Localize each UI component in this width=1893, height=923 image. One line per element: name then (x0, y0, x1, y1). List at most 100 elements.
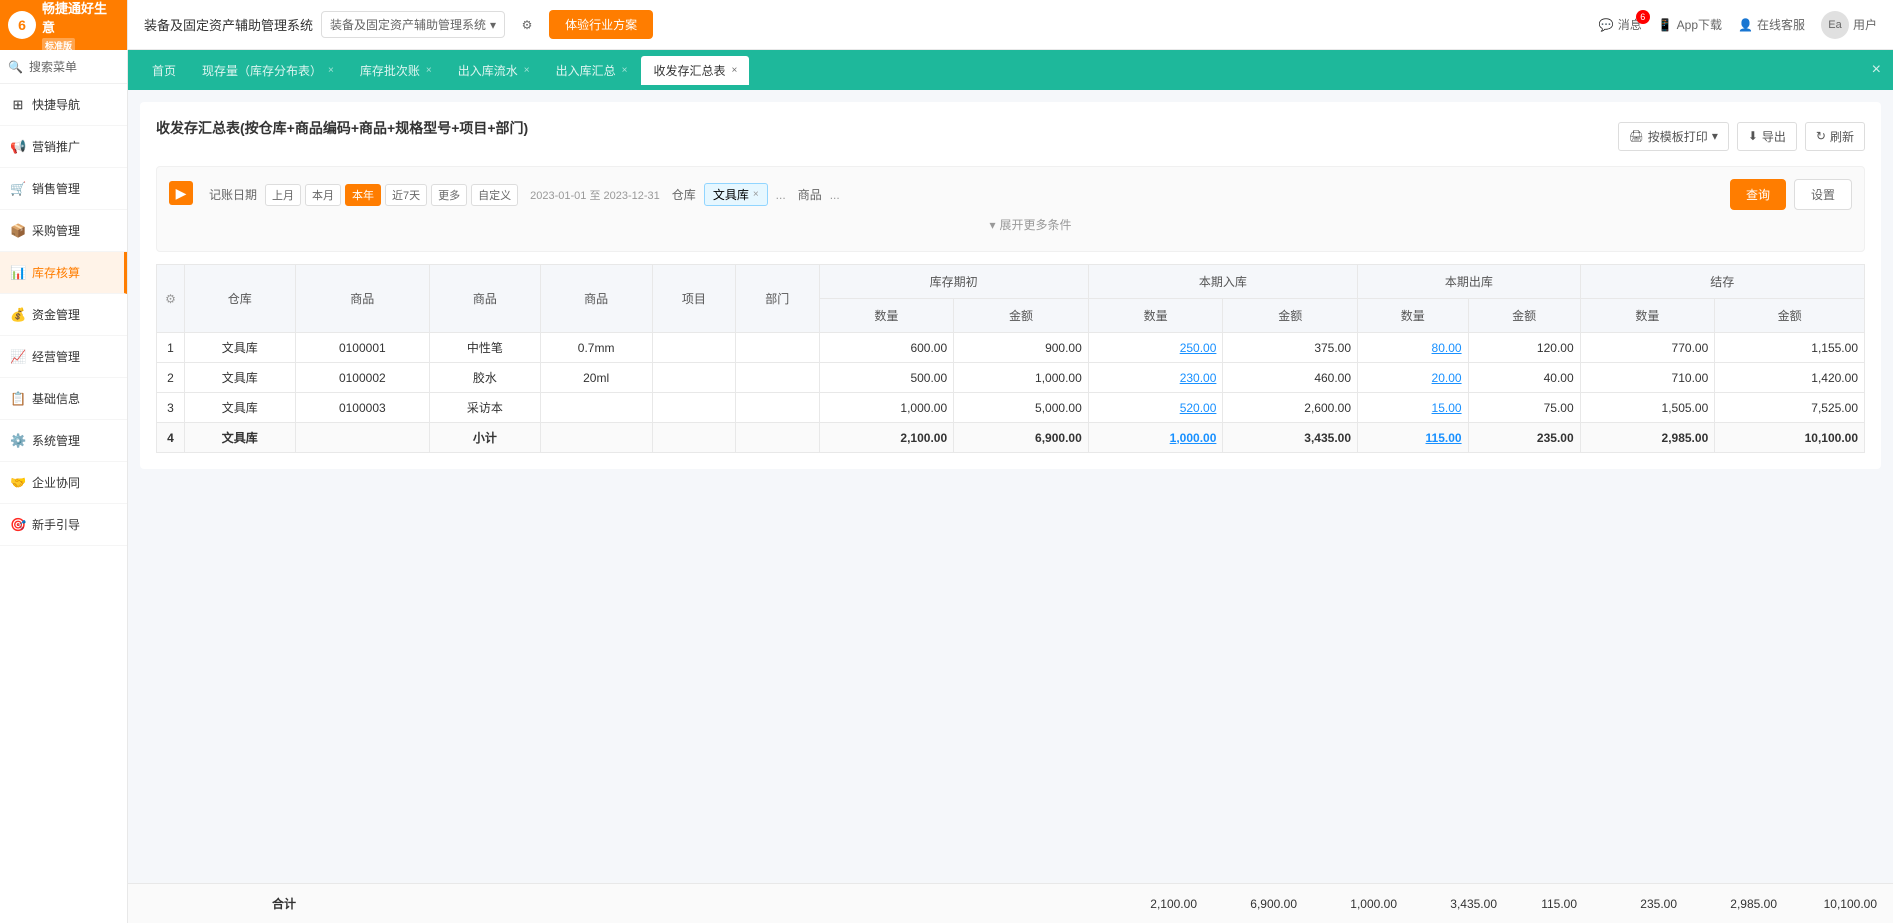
warehouse-filter-label: 仓库 (672, 186, 696, 203)
column-settings-icon[interactable]: ⚙ (165, 292, 176, 306)
sidebar-item-enterprise[interactable]: 🤝 企业协同 (0, 462, 127, 504)
tab-summary[interactable]: 出入库汇总 × (544, 56, 640, 85)
tab-bar-close[interactable]: × (1872, 61, 1881, 79)
row-closing-amt: 7,525.00 (1715, 393, 1865, 423)
tab-inventory-dist-close[interactable]: × (328, 65, 334, 76)
sidebar-item-inventory[interactable]: 📊 库存核算 (0, 252, 127, 294)
tab-flow-close[interactable]: × (524, 65, 530, 76)
sidebar-item-quick-nav[interactable]: ⊞ 快捷导航 (0, 84, 127, 126)
header-left: 装备及固定资产辅助管理系统 装备及固定资产辅助管理系统 ▾ ⚙ 体验行业方案 (144, 10, 653, 39)
tab-home[interactable]: 首页 (140, 56, 188, 85)
purchase-icon: 📦 (10, 223, 26, 239)
sidebar-item-label: 采购管理 (32, 222, 80, 239)
date-filter-label: 记账日期 (209, 186, 257, 203)
tab-batch[interactable]: 库存批次账 × (348, 56, 444, 85)
sidebar-item-system[interactable]: ⚙️ 系统管理 (0, 420, 127, 462)
filter-row: 记账日期 上月 本月 本年 近7天 更多 自定义 2023-01-01 至 20… (209, 179, 1852, 210)
system-dropdown[interactable]: 装备及固定资产辅助管理系统 ▾ (321, 11, 505, 38)
warehouse-tag-close[interactable]: × (753, 189, 759, 200)
app-download-button[interactable]: 📱 App下载 (1658, 16, 1722, 33)
row-out-qty[interactable]: 15.00 (1358, 393, 1469, 423)
finance-icon: 💰 (10, 307, 26, 323)
user-menu[interactable]: Ea 用户 (1821, 11, 1877, 39)
row-closing-qty: 770.00 (1580, 333, 1715, 363)
online-service-label: 在线客服 (1757, 16, 1805, 33)
row-out-qty[interactable]: 115.00 (1358, 423, 1469, 453)
sidebar-item-sales[interactable]: 🛒 销售管理 (0, 168, 127, 210)
sidebar-item-basic-info[interactable]: 📋 基础信息 (0, 378, 127, 420)
row-product-spec: 20ml (540, 363, 652, 393)
date-btn-last-month[interactable]: 上月 (265, 184, 301, 206)
row-out-qty[interactable]: 20.00 (1358, 363, 1469, 393)
date-btn-more[interactable]: 更多 (431, 184, 467, 206)
row-warehouse: 文具库 (185, 423, 296, 453)
trial-button[interactable]: 体验行业方案 (549, 10, 653, 39)
footer-opening-amt: 6,900.00 (1197, 897, 1297, 911)
top-header: 装备及固定资产辅助管理系统 装备及固定资产辅助管理系统 ▾ ⚙ 体验行业方案 💬… (128, 0, 1893, 50)
message-button[interactable]: 💬 消息 6 (1599, 16, 1642, 33)
col-closing-qty-header: 数量 (1580, 299, 1715, 333)
row-in-qty[interactable]: 250.00 (1088, 333, 1223, 363)
sidebar-item-label: 营销推广 (32, 138, 80, 155)
refresh-button[interactable]: ↻ 刷新 (1805, 122, 1865, 151)
sidebar-item-label: 库存核算 (32, 264, 80, 281)
expand-more-label: 展开更多条件 (1000, 216, 1072, 233)
row-closing-qty: 710.00 (1580, 363, 1715, 393)
row-closing-qty: 1,505.00 (1580, 393, 1715, 423)
row-out-amt: 120.00 (1468, 333, 1580, 363)
expand-more-button[interactable]: ▾ 展开更多条件 (209, 210, 1852, 239)
query-button[interactable]: 查询 (1730, 179, 1786, 210)
footer-total-label: 合计 (272, 895, 296, 912)
sidebar-item-finance[interactable]: 💰 资金管理 (0, 294, 127, 336)
footer-in-amt: 3,435.00 (1397, 897, 1497, 911)
tab-recv-send-close[interactable]: × (731, 65, 737, 76)
tab-inventory-dist[interactable]: 现存量（库存分布表） × (190, 56, 346, 85)
product-more[interactable]: ... (830, 188, 840, 202)
tab-flow[interactable]: 出入库流水 × (446, 56, 542, 85)
tab-summary-close[interactable]: × (622, 65, 628, 76)
print-button[interactable]: 🖨 按模板打印 ▾ (1618, 122, 1729, 151)
date-btn-custom[interactable]: 自定义 (471, 184, 518, 206)
warehouse-tag[interactable]: 文具库 × (704, 183, 768, 206)
row-no: 3 (157, 393, 185, 423)
online-service-button[interactable]: 👤 在线客服 (1738, 16, 1805, 33)
export-button[interactable]: ⬇ 导出 (1737, 122, 1797, 151)
row-out-qty[interactable]: 80.00 (1358, 333, 1469, 363)
row-in-amt: 375.00 (1223, 333, 1358, 363)
filter-expand-button[interactable]: ▶ (169, 181, 193, 205)
sidebar-item-purchase[interactable]: 📦 采购管理 (0, 210, 127, 252)
sidebar-item-operations[interactable]: 📈 经营管理 (0, 336, 127, 378)
page-content: 收发存汇总表(按仓库+商品编码+商品+规格型号+项目+部门) 🖨 按模板打印 ▾… (128, 90, 1893, 883)
row-out-amt: 235.00 (1468, 423, 1580, 453)
data-table: ⚙ 仓库 商品 商品 商品 项目 部门 库存期初 本期入库 本期出库 结存 (156, 264, 1865, 453)
date-btn-7days[interactable]: 近7天 (385, 184, 427, 206)
refresh-label: 刷新 (1830, 128, 1854, 145)
newbie-icon: 🎯 (10, 517, 26, 533)
row-in-amt: 3,435.00 (1223, 423, 1358, 453)
col-product-code-header: 商品 (295, 265, 430, 333)
user-label: 用户 (1853, 16, 1877, 33)
warehouse-more[interactable]: ... (776, 188, 786, 202)
tab-batch-close[interactable]: × (426, 65, 432, 76)
row-in-qty[interactable]: 1,000.00 (1088, 423, 1223, 453)
date-btn-this-month[interactable]: 本月 (305, 184, 341, 206)
row-product-name: 中性笔 (430, 333, 541, 363)
row-in-qty[interactable]: 520.00 (1088, 393, 1223, 423)
search-menu[interactable]: 🔍 搜索菜单 (0, 50, 127, 84)
settings-button[interactable]: ⚙ (513, 11, 541, 39)
row-product-spec (540, 393, 652, 423)
date-btn-this-year[interactable]: 本年 (345, 184, 381, 206)
sidebar-item-marketing[interactable]: 📢 营销推广 (0, 126, 127, 168)
sidebar-item-label: 新手引导 (32, 516, 80, 533)
row-product-code: 0100001 (295, 333, 430, 363)
sidebar-item-newbie[interactable]: 🎯 新手引导 (0, 504, 127, 546)
footer-in-qty: 1,000.00 (1297, 897, 1397, 911)
tab-recv-send[interactable]: 收发存汇总表 × (641, 56, 749, 85)
row-product-name: 采访本 (430, 393, 541, 423)
col-department-header: 部门 (736, 265, 819, 333)
table-row: 1文具库0100001中性笔0.7mm600.00900.00250.00375… (157, 333, 1865, 363)
filter-settings-button[interactable]: 设置 (1794, 179, 1852, 210)
row-opening-amt: 1,000.00 (954, 363, 1089, 393)
row-in-qty[interactable]: 230.00 (1088, 363, 1223, 393)
dropdown-label: 装备及固定资产辅助管理系统 (330, 16, 486, 33)
